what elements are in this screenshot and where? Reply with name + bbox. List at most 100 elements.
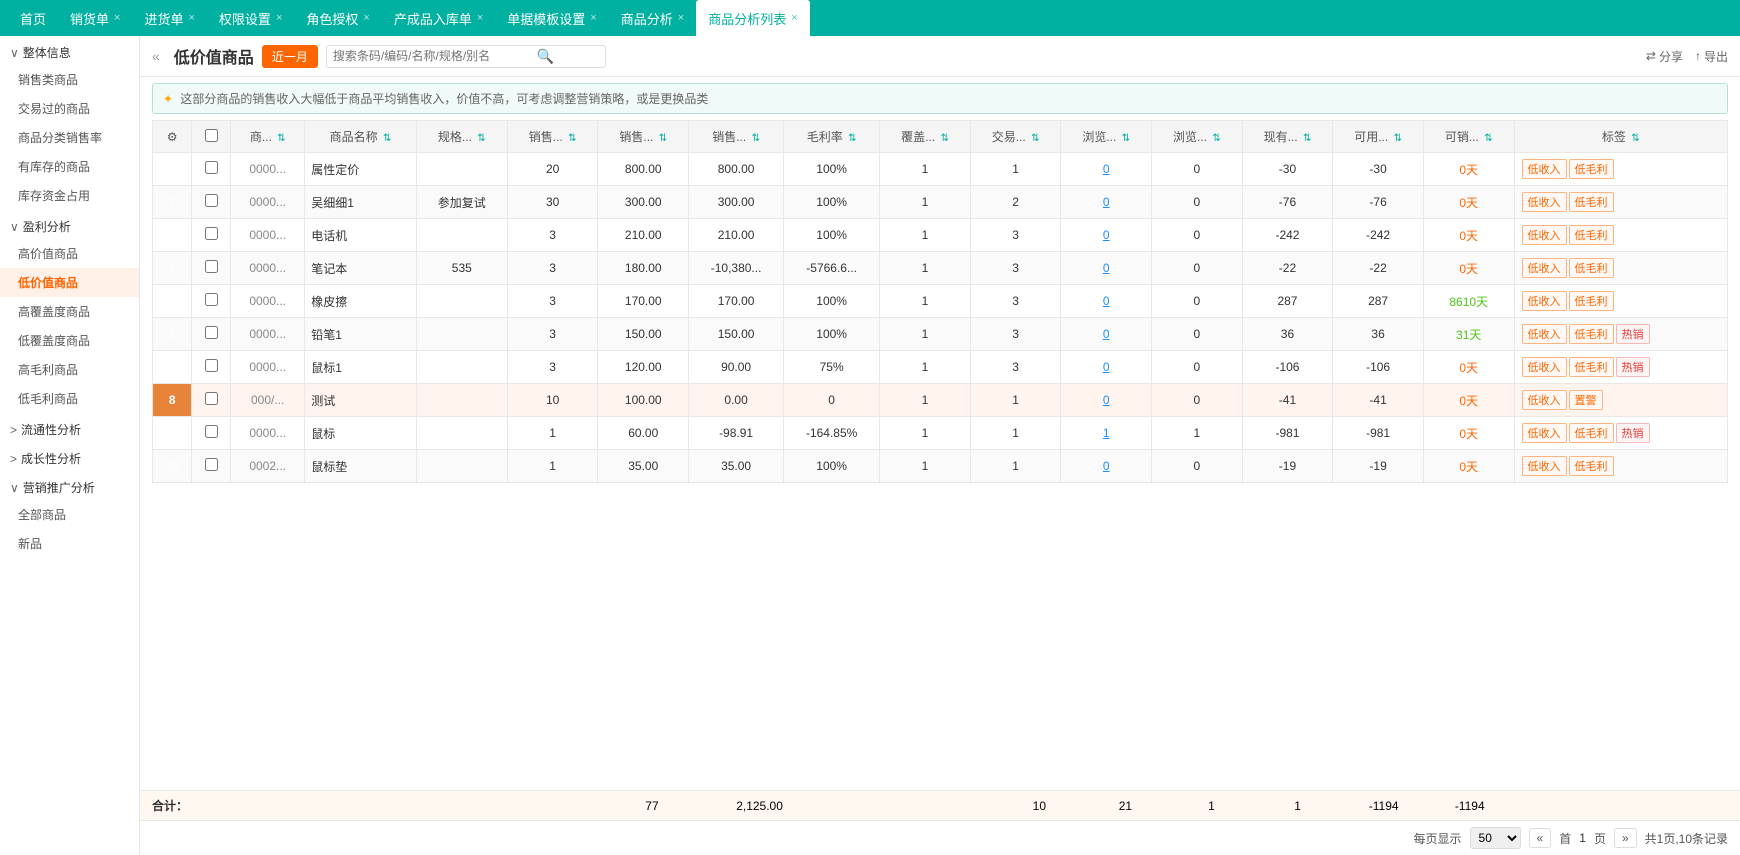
- close-analysis-list[interactable]: ×: [791, 12, 797, 24]
- sidebar-item-all-products[interactable]: 全部商品: [0, 500, 139, 529]
- row-settings[interactable]: 10: [153, 450, 192, 483]
- nav-sales[interactable]: 销货单 ×: [58, 0, 132, 36]
- close-analysis[interactable]: ×: [678, 12, 684, 24]
- row-select-checkbox[interactable]: [205, 227, 218, 240]
- sidebar-item-category-rate[interactable]: 商品分类销售率: [0, 123, 139, 152]
- sidebar-item-low-coverage[interactable]: 低覆盖度商品: [0, 326, 139, 355]
- nav-home[interactable]: 首页: [8, 0, 58, 36]
- nav-permissions[interactable]: 权限设置 ×: [207, 0, 294, 36]
- nav-purchase[interactable]: 进货单 ×: [132, 0, 206, 36]
- sidebar-item-low-value[interactable]: 低价值商品: [0, 268, 139, 297]
- row-settings[interactable]: 5: [153, 285, 192, 318]
- sidebar-item-stocked[interactable]: 有库存的商品: [0, 152, 139, 181]
- close-purchase[interactable]: ×: [188, 12, 194, 24]
- nav-analysis[interactable]: 商品分析 ×: [609, 0, 696, 36]
- row-select-checkbox[interactable]: [205, 425, 218, 438]
- row-select-checkbox[interactable]: [205, 359, 218, 372]
- row-checkbox[interactable]: [192, 417, 231, 450]
- close-permissions[interactable]: ×: [276, 12, 282, 24]
- sidebar-item-new-products[interactable]: 新品: [0, 529, 139, 558]
- row-checkbox[interactable]: [192, 384, 231, 417]
- col-margin[interactable]: 毛利率 ⇅: [784, 121, 880, 153]
- sidebar-group-flow[interactable]: > 流通性分析: [0, 413, 139, 442]
- collapse-sidebar-btn[interactable]: «: [152, 48, 160, 64]
- row-view1[interactable]: 0: [1061, 219, 1152, 252]
- row-checkbox[interactable]: [192, 219, 231, 252]
- col-sale-amt[interactable]: 销售... ⇅: [598, 121, 689, 153]
- col-checkbox[interactable]: [192, 121, 231, 153]
- sidebar-item-traded[interactable]: 交易过的商品: [0, 94, 139, 123]
- filter-month-btn[interactable]: 近一月: [262, 45, 318, 68]
- row-checkbox[interactable]: [192, 186, 231, 219]
- row-select-checkbox[interactable]: [205, 458, 218, 471]
- col-sale-qty[interactable]: 销售... ⇅: [507, 121, 598, 153]
- row-view1[interactable]: 0: [1061, 285, 1152, 318]
- row-view1[interactable]: 0: [1061, 318, 1152, 351]
- row-view1[interactable]: 0: [1061, 351, 1152, 384]
- col-code[interactable]: 商... ⇅: [231, 121, 305, 153]
- close-roles[interactable]: ×: [363, 12, 369, 24]
- col-available[interactable]: 可用... ⇅: [1333, 121, 1424, 153]
- col-tags[interactable]: 标签 ⇅: [1514, 121, 1727, 153]
- row-view1[interactable]: 0: [1061, 186, 1152, 219]
- nav-products[interactable]: 产成品入库单 ×: [382, 0, 495, 36]
- sidebar-item-low-margin[interactable]: 低毛利商品: [0, 384, 139, 413]
- row-select-checkbox[interactable]: [205, 293, 218, 306]
- col-current[interactable]: 现有... ⇅: [1242, 121, 1333, 153]
- row-view1[interactable]: 0: [1061, 450, 1152, 483]
- select-all-checkbox[interactable]: [205, 129, 218, 142]
- sidebar-group-profit[interactable]: ∨ 盈利分析: [0, 210, 139, 239]
- col-name[interactable]: 商品名称 ⇅: [305, 121, 417, 153]
- row-checkbox[interactable]: [192, 153, 231, 186]
- sidebar-item-high-coverage[interactable]: 高覆盖度商品: [0, 297, 139, 326]
- nav-templates[interactable]: 单据模板设置 ×: [495, 0, 608, 36]
- row-checkbox[interactable]: [192, 318, 231, 351]
- sidebar-group-growth[interactable]: > 成长性分析: [0, 442, 139, 471]
- sidebar-group-marketing[interactable]: ∨ 营销推广分析: [0, 471, 139, 500]
- close-templates[interactable]: ×: [590, 12, 596, 24]
- sidebar-group-overall[interactable]: ∨ 整体信息: [0, 36, 139, 65]
- per-page-select[interactable]: 50 20 100: [1470, 827, 1521, 849]
- col-saleable[interactable]: 可销... ⇅: [1423, 121, 1514, 153]
- sidebar-item-stock-capital[interactable]: 库存资金占用: [0, 181, 139, 210]
- sidebar-item-high-margin[interactable]: 高毛利商品: [0, 355, 139, 384]
- row-settings[interactable]: 2: [153, 186, 192, 219]
- first-page-btn[interactable]: «: [1529, 828, 1552, 848]
- share-btn[interactable]: ⇄ 分享: [1646, 48, 1683, 65]
- row-select-checkbox[interactable]: [205, 326, 218, 339]
- search-input[interactable]: [333, 49, 533, 63]
- row-settings[interactable]: 7: [153, 351, 192, 384]
- col-sale-price[interactable]: 销售... ⇅: [689, 121, 784, 153]
- row-checkbox[interactable]: [192, 252, 231, 285]
- row-select-checkbox[interactable]: [205, 161, 218, 174]
- row-settings[interactable]: 8: [153, 384, 192, 417]
- nav-roles[interactable]: 角色授权 ×: [294, 0, 381, 36]
- row-settings[interactable]: 1: [153, 153, 192, 186]
- row-settings[interactable]: 3: [153, 219, 192, 252]
- row-select-checkbox[interactable]: [205, 260, 218, 273]
- col-trade[interactable]: 交易... ⇅: [970, 121, 1061, 153]
- close-products[interactable]: ×: [477, 12, 483, 24]
- row-checkbox[interactable]: [192, 285, 231, 318]
- export-btn[interactable]: ↑ 导出: [1695, 48, 1728, 65]
- col-spec[interactable]: 规格... ⇅: [416, 121, 507, 153]
- nav-analysis-list[interactable]: 商品分析列表 ×: [696, 0, 809, 36]
- row-settings[interactable]: 6: [153, 318, 192, 351]
- row-select-checkbox[interactable]: [205, 392, 218, 405]
- row-settings[interactable]: 9: [153, 417, 192, 450]
- col-coverage[interactable]: 覆盖... ⇅: [880, 121, 971, 153]
- row-view1[interactable]: 0: [1061, 252, 1152, 285]
- search-icon[interactable]: 🔍: [537, 48, 554, 65]
- row-view1[interactable]: 0: [1061, 153, 1152, 186]
- row-view1[interactable]: 1: [1061, 417, 1152, 450]
- row-view1[interactable]: 0: [1061, 384, 1152, 417]
- col-settings[interactable]: ⚙: [153, 121, 192, 153]
- sidebar-item-high-value[interactable]: 高价值商品: [0, 239, 139, 268]
- last-page-btn[interactable]: »: [1614, 828, 1637, 848]
- col-view1[interactable]: 浏览... ⇅: [1061, 121, 1152, 153]
- row-settings[interactable]: 4: [153, 252, 192, 285]
- row-checkbox[interactable]: [192, 351, 231, 384]
- sidebar-item-sales-products[interactable]: 销售类商品: [0, 65, 139, 94]
- row-checkbox[interactable]: [192, 450, 231, 483]
- close-sales[interactable]: ×: [114, 12, 120, 24]
